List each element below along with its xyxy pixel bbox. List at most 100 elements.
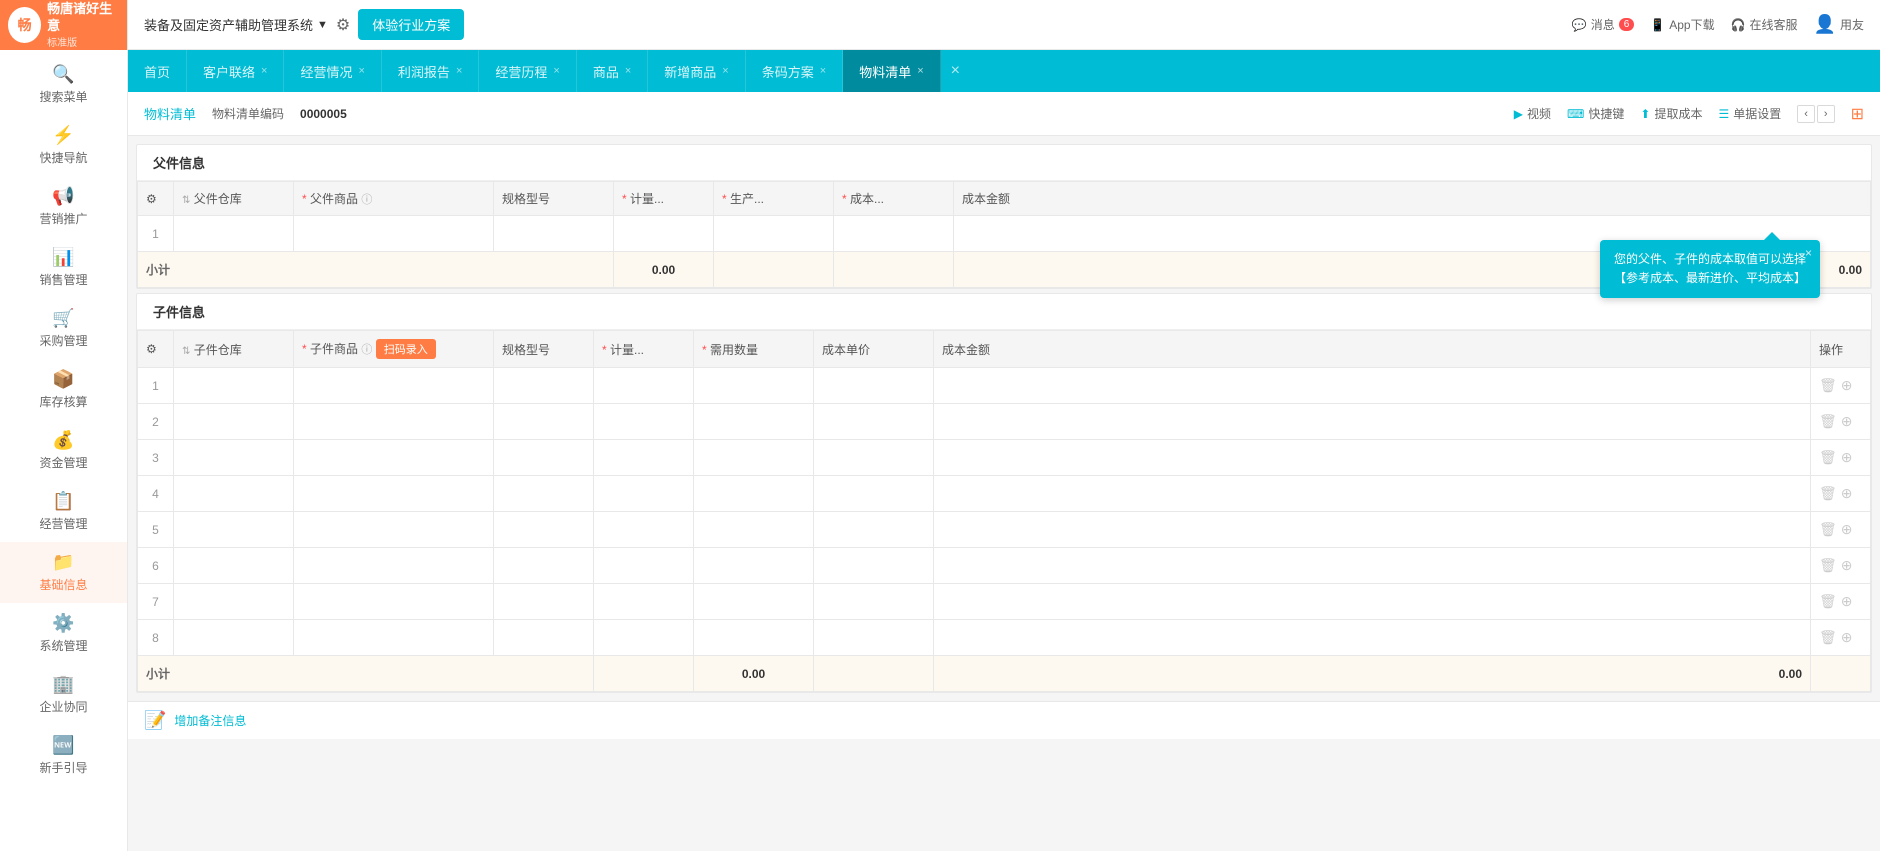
- tab-bom[interactable]: 物料清单 ×: [843, 50, 940, 92]
- add-note-icon[interactable]: 📝: [144, 710, 166, 731]
- sidebar-item-basic-info[interactable]: 📁 基础信息: [0, 542, 127, 603]
- delete-row-icon[interactable]: 🗑: [1819, 593, 1837, 610]
- child-row-2-spec[interactable]: [494, 404, 594, 440]
- child-row-8-warehouse[interactable]: [174, 620, 294, 656]
- tab-profit-close[interactable]: ×: [456, 65, 462, 77]
- child-row-5-goods[interactable]: [294, 512, 494, 548]
- child-row-1-quantity[interactable]: [694, 368, 814, 404]
- tab-customer[interactable]: 客户联络 ×: [187, 50, 284, 92]
- child-row-8-cost-amount[interactable]: [934, 620, 1811, 656]
- copy-row-icon[interactable]: ⊕: [1841, 485, 1853, 502]
- copy-row-icon[interactable]: ⊕: [1841, 449, 1853, 466]
- sidebar-item-system[interactable]: ⚙️ 系统管理: [0, 603, 127, 664]
- tab-bom-close[interactable]: ×: [917, 65, 923, 77]
- single-settings-action[interactable]: ☰ 单据设置: [1718, 105, 1781, 122]
- tab-profit[interactable]: 利润报告 ×: [382, 50, 479, 92]
- child-row-3-quantity[interactable]: [694, 440, 814, 476]
- child-row-5-spec[interactable]: [494, 512, 594, 548]
- child-row-7-quantity[interactable]: [694, 584, 814, 620]
- child-row-5-unit-cost[interactable]: [814, 512, 934, 548]
- copy-row-icon[interactable]: ⊕: [1841, 377, 1853, 394]
- tab-operations-close[interactable]: ×: [358, 65, 364, 77]
- child-row-2-warehouse[interactable]: [174, 404, 294, 440]
- sidebar-item-marketing[interactable]: 📢 营销推广: [0, 176, 127, 237]
- sidebar-item-purchase[interactable]: 🛒 采购管理: [0, 298, 127, 359]
- delete-row-icon[interactable]: 🗑: [1819, 485, 1837, 502]
- child-row-6-quantity[interactable]: [694, 548, 814, 584]
- child-row-4-unit[interactable]: [594, 476, 694, 512]
- child-row-8-unit[interactable]: [594, 620, 694, 656]
- child-row-4-spec[interactable]: [494, 476, 594, 512]
- child-row-3-unit[interactable]: [594, 440, 694, 476]
- tab-customer-close[interactable]: ×: [261, 65, 267, 77]
- copy-row-icon[interactable]: ⊕: [1841, 593, 1853, 610]
- tab-new-goods-close[interactable]: ×: [722, 65, 728, 77]
- child-row-5-unit[interactable]: [594, 512, 694, 548]
- child-row-4-warehouse[interactable]: [174, 476, 294, 512]
- sidebar-item-quick-nav[interactable]: ⚡ 快捷导航: [0, 115, 127, 176]
- message-item[interactable]: 💬 消息 6: [1572, 16, 1635, 33]
- child-row-7-unit-cost[interactable]: [814, 584, 934, 620]
- delete-row-icon[interactable]: 🗑: [1819, 521, 1837, 538]
- child-row-3-unit-cost[interactable]: [814, 440, 934, 476]
- parent-row-1-unit[interactable]: [614, 216, 714, 252]
- child-row-6-unit-cost[interactable]: [814, 548, 934, 584]
- settings-icon[interactable]: ⚙: [336, 15, 350, 35]
- tab-new-goods[interactable]: 新增商品 ×: [648, 50, 745, 92]
- tab-barcode-close[interactable]: ×: [820, 65, 826, 77]
- child-row-3-warehouse[interactable]: [174, 440, 294, 476]
- child-row-7-warehouse[interactable]: [174, 584, 294, 620]
- parent-row-1-cost[interactable]: [834, 216, 954, 252]
- close-all-tabs[interactable]: ×: [941, 62, 970, 80]
- tab-operations[interactable]: 经营情况 ×: [284, 50, 381, 92]
- try-button[interactable]: 体验行业方案: [358, 9, 464, 40]
- extract-cost-action[interactable]: ⬆ 提取成本: [1640, 105, 1702, 122]
- user-item[interactable]: 👤 用友: [1814, 14, 1864, 35]
- child-row-6-unit[interactable]: [594, 548, 694, 584]
- child-row-6-cost-amount[interactable]: [934, 548, 1811, 584]
- app-download-item[interactable]: 📱 App下载: [1650, 16, 1714, 33]
- pager-next[interactable]: ›: [1817, 105, 1835, 123]
- tab-history-close[interactable]: ×: [553, 65, 559, 77]
- tab-goods[interactable]: 商品 ×: [577, 50, 648, 92]
- sidebar-item-search[interactable]: 🔍 搜索菜单: [0, 54, 127, 115]
- child-row-1-unit[interactable]: [594, 368, 694, 404]
- system-selector[interactable]: 装备及固定资产辅助管理系统 ▼: [144, 15, 328, 34]
- tab-home[interactable]: 首页: [128, 50, 187, 92]
- copy-row-icon[interactable]: ⊕: [1841, 629, 1853, 646]
- breadcrumb[interactable]: 物料清单: [144, 104, 196, 123]
- child-row-1-warehouse[interactable]: [174, 368, 294, 404]
- sidebar-item-enterprise[interactable]: 🏢 企业协同: [0, 664, 127, 725]
- online-service-item[interactable]: 🎧 在线客服: [1731, 16, 1798, 33]
- child-row-4-goods[interactable]: [294, 476, 494, 512]
- child-row-5-cost-amount[interactable]: [934, 512, 1811, 548]
- delete-row-icon[interactable]: 🗑: [1819, 629, 1837, 646]
- parent-row-1-goods[interactable]: [294, 216, 494, 252]
- scan-button[interactable]: 扫码录入: [376, 339, 436, 359]
- delete-row-icon[interactable]: 🗑: [1819, 413, 1837, 430]
- add-note-label[interactable]: 增加备注信息: [174, 712, 246, 729]
- child-row-4-unit-cost[interactable]: [814, 476, 934, 512]
- sidebar-item-sales[interactable]: 📊 销售管理: [0, 237, 127, 298]
- child-row-7-unit[interactable]: [594, 584, 694, 620]
- tab-history[interactable]: 经营历程 ×: [479, 50, 576, 92]
- child-row-4-quantity[interactable]: [694, 476, 814, 512]
- child-row-7-spec[interactable]: [494, 584, 594, 620]
- parent-row-1-produce[interactable]: [714, 216, 834, 252]
- view-action[interactable]: ▶ 视频: [1514, 105, 1551, 122]
- tab-goods-close[interactable]: ×: [625, 65, 631, 77]
- child-row-8-unit-cost[interactable]: [814, 620, 934, 656]
- sidebar-item-finance[interactable]: 💰 资金管理: [0, 420, 127, 481]
- child-row-2-cost-amount[interactable]: [934, 404, 1811, 440]
- copy-row-icon[interactable]: ⊕: [1841, 557, 1853, 574]
- tab-barcode[interactable]: 条码方案 ×: [746, 50, 843, 92]
- child-row-2-unit-cost[interactable]: [814, 404, 934, 440]
- delete-row-icon[interactable]: 🗑: [1819, 557, 1837, 574]
- child-row-1-cost-amount[interactable]: [934, 368, 1811, 404]
- parent-row-1-warehouse[interactable]: [174, 216, 294, 252]
- pager-prev[interactable]: ‹: [1797, 105, 1815, 123]
- child-row-3-cost-amount[interactable]: [934, 440, 1811, 476]
- shortcut-action[interactable]: ⌨ 快捷键: [1567, 105, 1624, 122]
- child-row-5-quantity[interactable]: [694, 512, 814, 548]
- child-row-1-goods[interactable]: [294, 368, 494, 404]
